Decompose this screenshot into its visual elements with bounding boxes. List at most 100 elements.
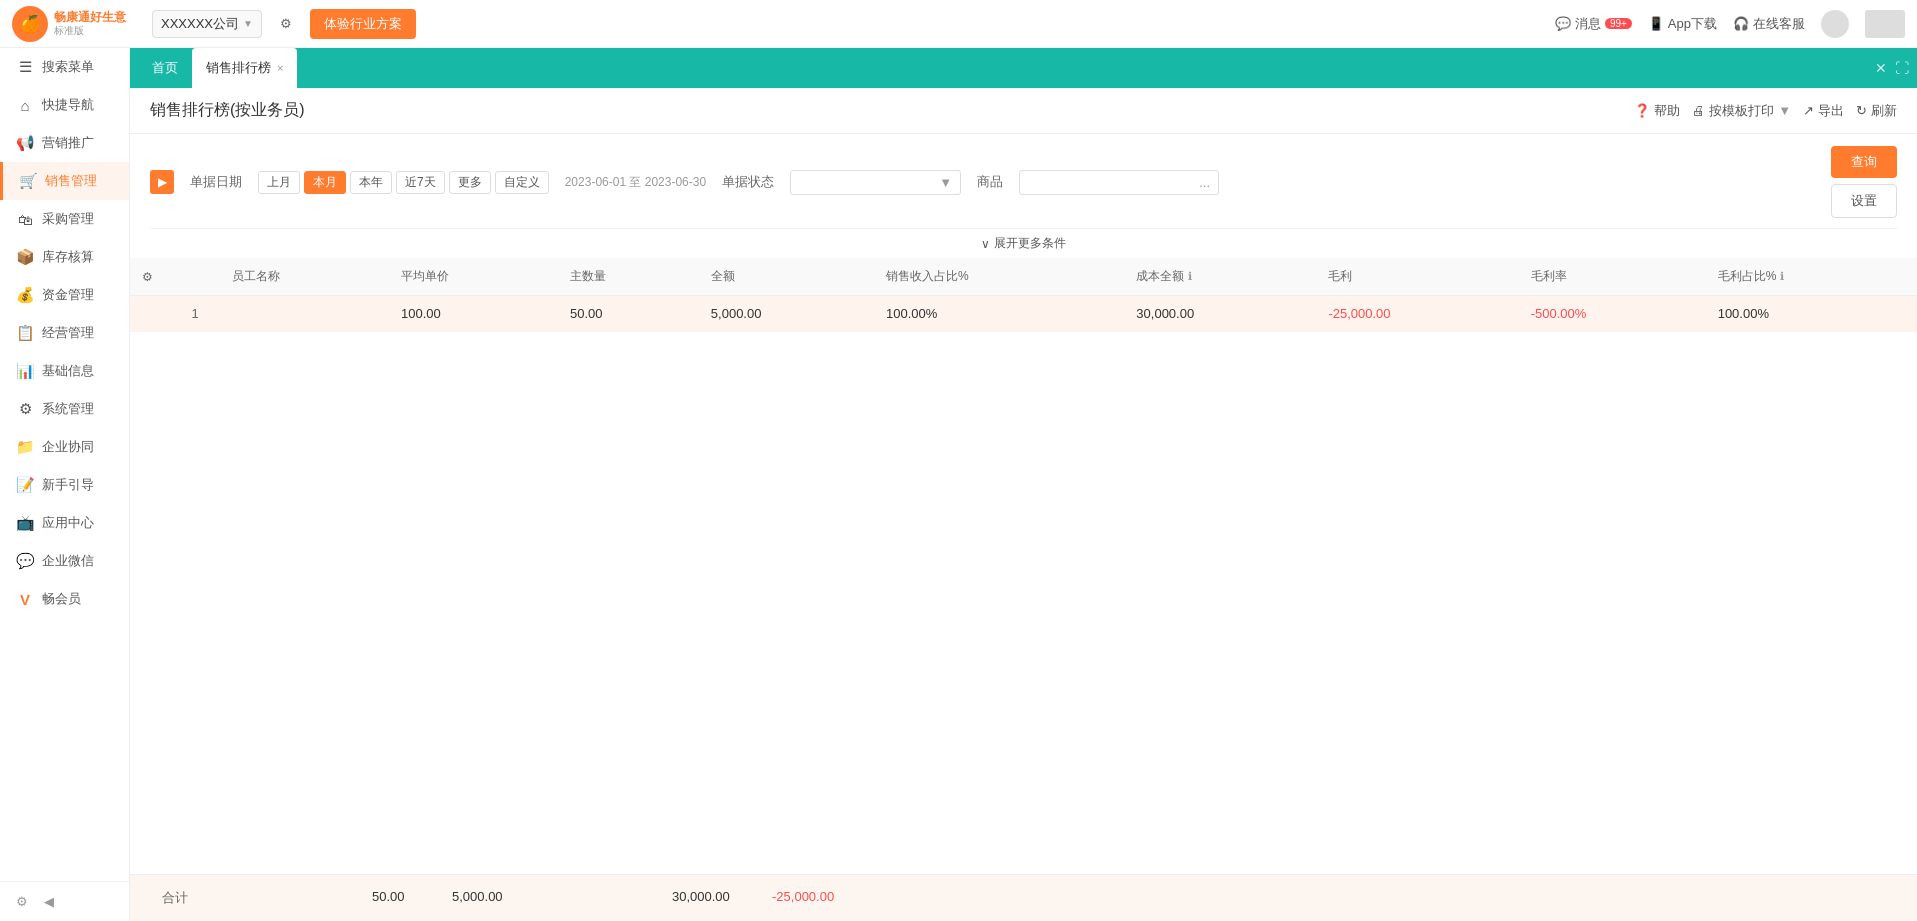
sidebar-label-member: 畅会员 — [42, 590, 81, 608]
sidebar-label-finance: 资金管理 — [42, 286, 94, 304]
logo-area: 🍊 畅康通好生意 标准版 — [12, 6, 142, 42]
tab-close-btn[interactable]: ✕ — [1875, 60, 1887, 76]
basic-icon: 📊 — [16, 362, 34, 380]
company-name: XXXXXX公司 — [161, 15, 239, 33]
page-header: 销售排行榜(按业务员) ❓ 帮助 🖨 按模板打印 ▼ ↗ — [130, 88, 1917, 134]
purchase-icon: 🛍 — [16, 211, 34, 228]
help-icon: ❓ — [1634, 103, 1650, 118]
sidebar-item-basic[interactable]: 📊 基础信息 — [0, 352, 129, 390]
trial-button[interactable]: 体验行业方案 — [310, 9, 416, 39]
sidebar-item-search[interactable]: ☰ 搜索菜单 — [0, 48, 129, 86]
status-select[interactable]: ▼ — [790, 170, 961, 195]
sidebar-item-nav[interactable]: ⌂ 快捷导航 — [0, 86, 129, 124]
date-range: 2023-06-01 至 2023-06-30 — [565, 174, 706, 191]
export-icon: ↗ — [1803, 103, 1814, 118]
guide-icon: 📝 — [16, 476, 34, 494]
sidebar-item-purchase[interactable]: 🛍 采购管理 — [0, 200, 129, 238]
sidebar-item-operations[interactable]: 📋 经营管理 — [0, 314, 129, 352]
user-name-area — [1865, 10, 1905, 38]
row-rank: 1 — [170, 296, 220, 332]
row-sales-pct: 100.00% — [874, 296, 1124, 332]
tab-sales-ranking[interactable]: 销售排行榜 × — [192, 48, 297, 88]
goods-more-icon: ... — [1199, 175, 1210, 190]
logo-icon: 🍊 — [12, 6, 48, 42]
message-label: 消息 — [1575, 15, 1601, 33]
export-btn[interactable]: ↗ 导出 — [1803, 102, 1844, 120]
sidebar-item-marketing[interactable]: 📢 营销推广 — [0, 124, 129, 162]
col-amount: 全额 — [699, 258, 874, 296]
date-btn-last-month[interactable]: 上月 — [258, 171, 300, 194]
filter-toggle-btn[interactable]: ▶ — [150, 170, 174, 194]
col-gross-rate: 毛利率 — [1519, 258, 1706, 296]
tab-home[interactable]: 首页 — [138, 48, 192, 88]
date-btn-more[interactable]: 更多 — [449, 171, 491, 194]
date-btn-this-month[interactable]: 本月 — [304, 171, 346, 194]
search-icon: ☰ — [16, 58, 34, 76]
col-avg-price: 平均单价 — [389, 258, 558, 296]
sidebar-label-nav: 快捷导航 — [42, 96, 94, 114]
help-btn[interactable]: ❓ 帮助 — [1634, 102, 1680, 120]
refresh-btn[interactable]: ↻ 刷新 — [1856, 102, 1897, 120]
sidebar-label-collab: 企业协同 — [42, 438, 94, 456]
footer-sales-pct — [540, 885, 660, 911]
sidebar-label-inventory: 库存核算 — [42, 248, 94, 266]
sidebar-collapse-icon[interactable]: ◀ — [44, 894, 54, 909]
goods-filter-label: 商品 — [977, 173, 1003, 191]
expand-more-btn[interactable]: ∨ 展开更多条件 — [150, 228, 1897, 258]
sidebar-settings-icon[interactable]: ⚙ — [16, 894, 28, 909]
app-download-btn[interactable]: 📱 App下载 — [1648, 15, 1717, 33]
wechat-icon: 💬 — [16, 552, 34, 570]
sidebar-item-member[interactable]: V 畅会员 — [0, 580, 129, 618]
tab-bar-right: ✕ ⛶ — [1875, 60, 1909, 76]
col-settings[interactable]: ⚙ — [130, 258, 170, 296]
message-icon: 💬 — [1555, 16, 1571, 31]
footer-qty: 50.00 — [360, 885, 440, 911]
sidebar-item-guide[interactable]: 📝 新手引导 — [0, 466, 129, 504]
finance-icon: 💰 — [16, 286, 34, 304]
date-btn-7days[interactable]: 近7天 — [396, 171, 445, 194]
sidebar-item-sales[interactable]: 🛒 销售管理 — [0, 162, 129, 200]
sidebar-item-finance[interactable]: 💰 资金管理 — [0, 276, 129, 314]
print-label: 按模板打印 — [1709, 102, 1774, 120]
online-service-btn[interactable]: 🎧 在线客服 — [1733, 15, 1805, 33]
sidebar-label-guide: 新手引导 — [42, 476, 94, 494]
table-container: ⚙ 员工名称 平均单价 主数量 全额 销售收入占比% 成本全额 ℹ 毛利 毛利率 — [130, 258, 1917, 874]
date-shortcuts: 上月 本月 本年 近7天 更多 自定义 — [258, 171, 549, 194]
refresh-label: 刷新 — [1871, 102, 1897, 120]
page-header-actions: ❓ 帮助 🖨 按模板打印 ▼ ↗ 导出 ↻ — [1634, 102, 1897, 120]
row-name — [220, 296, 389, 332]
col-qty: 主数量 — [558, 258, 699, 296]
query-button[interactable]: 查询 — [1831, 146, 1897, 178]
sidebar-item-system[interactable]: ⚙ 系统管理 — [0, 390, 129, 428]
avatar[interactable] — [1821, 10, 1849, 38]
filter-toggle-icon: ▶ — [158, 175, 167, 189]
sidebar-item-apps[interactable]: 📺 应用中心 — [0, 504, 129, 542]
filter-settings-button[interactable]: 设置 — [1831, 184, 1897, 218]
tab-close-icon[interactable]: × — [277, 62, 283, 74]
sidebar-label-search: 搜索菜单 — [42, 58, 94, 76]
data-table: ⚙ 员工名称 平均单价 主数量 全额 销售收入占比% 成本全额 ℹ 毛利 毛利率 — [130, 258, 1917, 332]
sidebar-item-collab[interactable]: 📁 企业协同 — [0, 428, 129, 466]
online-service-label: 在线客服 — [1753, 15, 1805, 33]
sidebar-item-inventory[interactable]: 📦 库存核算 — [0, 238, 129, 276]
sidebar-label-basic: 基础信息 — [42, 362, 94, 380]
marketing-icon: 📢 — [16, 134, 34, 152]
print-icon: 🖨 — [1692, 103, 1705, 118]
footer-amount: 5,000.00 — [440, 885, 540, 911]
system-icon: ⚙ — [16, 400, 34, 418]
message-badge: 99+ — [1605, 18, 1632, 29]
print-chevron: ▼ — [1778, 103, 1791, 118]
settings-icon-btn[interactable]: ⚙ — [272, 10, 300, 38]
company-selector[interactable]: XXXXXX公司 ▼ — [152, 10, 262, 38]
date-btn-this-year[interactable]: 本年 — [350, 171, 392, 194]
date-btn-custom[interactable]: 自定义 — [495, 171, 549, 194]
goods-input[interactable]: ... — [1019, 170, 1219, 195]
app-title: 畅康通好生意 — [54, 10, 126, 24]
tab-expand-icon[interactable]: ⛶ — [1895, 60, 1909, 76]
gross-pct-info-icon[interactable]: ℹ — [1780, 270, 1784, 282]
cost-info-icon[interactable]: ℹ — [1188, 270, 1192, 282]
messages-btn[interactable]: 💬 消息 99+ — [1555, 15, 1632, 33]
sidebar-item-wechat[interactable]: 💬 企业微信 — [0, 542, 129, 580]
sales-icon: 🛒 — [19, 172, 37, 190]
print-btn[interactable]: 🖨 按模板打印 ▼ — [1692, 102, 1791, 120]
